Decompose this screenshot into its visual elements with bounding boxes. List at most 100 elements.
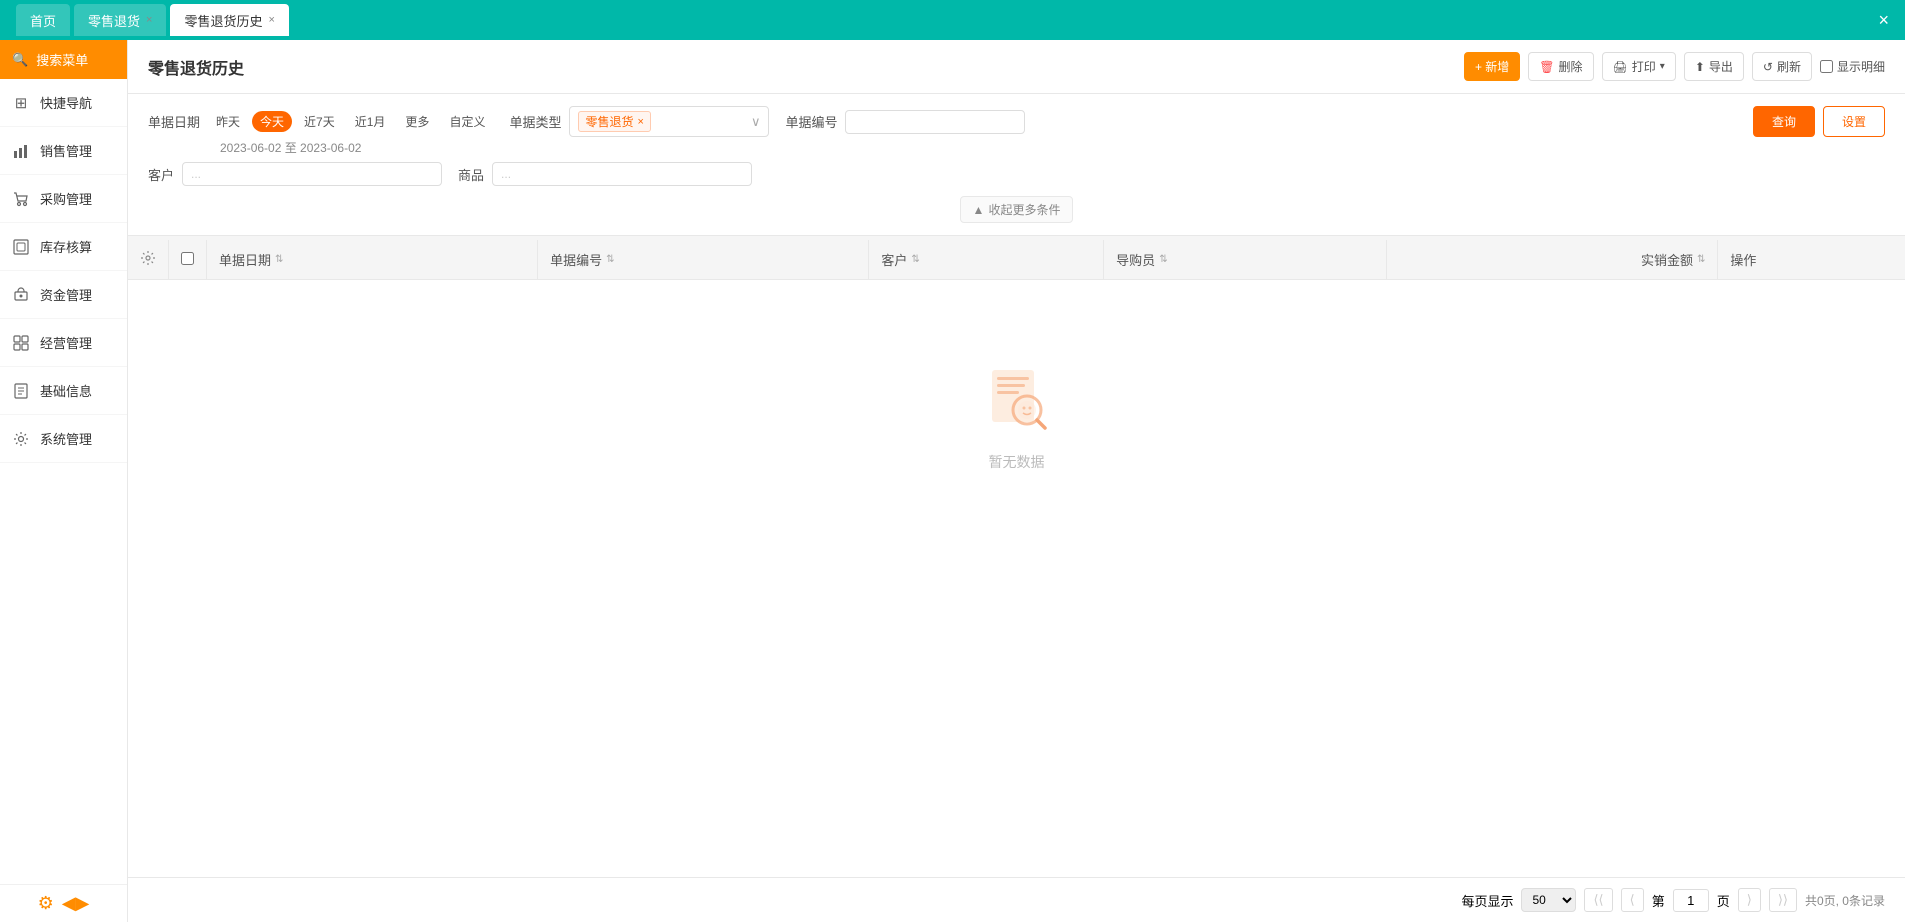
sidebar-item-inventory[interactable]: 库存核算 [0, 223, 127, 271]
type-dropdown-icon: ∨ [751, 114, 761, 130]
tab-home[interactable]: 首页 [16, 4, 70, 36]
window-close-button[interactable]: × [1870, 6, 1897, 35]
voucher-filter: 单据编号 [785, 110, 1025, 134]
sidebar-search[interactable]: 🔍 搜索菜单 [0, 40, 127, 79]
page-actions: + 新增 🗑 删除 🖨 打印 ▾ ⬆ 导出 ↺ 刷新 [1464, 52, 1885, 93]
sidebar-item-basic-info[interactable]: 基础信息 [0, 367, 127, 415]
filter-area: 单据日期 昨天 今天 近7天 近1月 更多 自定义 单据类型 [128, 94, 1905, 236]
voucher-filter-label: 单据编号 [785, 112, 837, 131]
type-tag-close[interactable]: × [637, 116, 643, 128]
date-btn-7days[interactable]: 近7天 [296, 111, 343, 132]
last-page-btn[interactable]: ⟩⟩ [1769, 888, 1797, 912]
sidebar-item-fund-mgmt[interactable]: 资金管理 [0, 271, 127, 319]
sidebar-item-sales-mgmt[interactable]: 销售管理 [0, 127, 127, 175]
tab-retail-return-history[interactable]: 零售退货历史 × [170, 4, 288, 36]
sidebar-item-label: 销售管理 [40, 141, 92, 160]
tab-retail-return-history-close[interactable]: × [268, 14, 274, 26]
column-settings-icon [140, 250, 156, 266]
settings-footer-btn[interactable]: ⚙ [38, 893, 54, 914]
date-btn-custom[interactable]: 自定义 [441, 111, 493, 132]
th-guide[interactable]: 导购员 ⇅ [1104, 240, 1387, 280]
sidebar: 🔍 搜索菜单 ⊞ 快捷导航 销售管理 [0, 40, 128, 922]
date-btn-1month[interactable]: 近1月 [347, 111, 394, 132]
query-button[interactable]: 查询 [1753, 106, 1815, 137]
sidebar-item-label: 系统管理 [40, 429, 92, 448]
page-num-input[interactable] [1673, 889, 1709, 912]
th-settings[interactable] [128, 240, 169, 280]
first-page-btn[interactable]: ⟨⟨ [1584, 888, 1612, 912]
audio-footer-btn[interactable]: ◀▶ [62, 893, 90, 914]
per-page-select[interactable]: 10 20 50 100 [1521, 888, 1576, 912]
th-customer[interactable]: 客户 ⇅ [869, 240, 1104, 280]
sidebar-item-label: 资金管理 [40, 285, 92, 304]
sidebar-item-operations-mgmt[interactable]: 经营管理 [0, 319, 127, 367]
th-action: 操作 [1718, 240, 1905, 280]
table-area: 单据日期 ⇅ 单据编号 ⇅ 客户 [128, 240, 1905, 877]
basic-info-icon [12, 382, 30, 400]
sidebar-item-system-mgmt[interactable]: 系统管理 [0, 415, 127, 463]
tab-retail-return-close[interactable]: × [146, 14, 152, 26]
filter-row-1: 单据日期 昨天 今天 近7天 近1月 更多 自定义 单据类型 [148, 106, 1885, 137]
content-area: 零售退货历史 + 新增 🗑 删除 🖨 打印 ▾ ⬆ 导出 [128, 40, 1905, 922]
prev-page-btn[interactable]: ⟨ [1621, 888, 1644, 912]
sidebar-item-purchase-mgmt[interactable]: 采购管理 [0, 175, 127, 223]
next-page-btn[interactable]: ⟩ [1738, 888, 1761, 912]
sidebar-item-label: 快捷导航 [40, 93, 92, 112]
operations-mgmt-icon [12, 334, 30, 352]
page-label: 第 [1652, 891, 1665, 910]
sidebar-item-label: 采购管理 [40, 189, 92, 208]
date-btn-yesterday[interactable]: 昨天 [208, 111, 248, 132]
tab-retail-return[interactable]: 零售退货 × [74, 4, 166, 36]
export-button[interactable]: ⬆ 导出 [1684, 52, 1744, 81]
voucher-no-input[interactable] [845, 110, 1025, 134]
sidebar-item-label: 基础信息 [40, 381, 92, 400]
product-input[interactable] [492, 162, 752, 186]
sort-icon-customer: ⇅ [911, 254, 919, 265]
inventory-icon [12, 238, 30, 256]
empty-text: 暂无数据 [989, 452, 1045, 472]
customer-filter: 客户 [148, 162, 442, 186]
sidebar-item-label: 库存核算 [40, 237, 92, 256]
print-button[interactable]: 🖨 打印 ▾ [1602, 52, 1676, 81]
type-filter: 单据类型 零售退货 × ∨ [509, 106, 769, 137]
purchase-mgmt-icon [12, 190, 30, 208]
system-mgmt-icon [12, 430, 30, 448]
fund-mgmt-icon [12, 286, 30, 304]
pagination-bar: 每页显示 10 20 50 100 ⟨⟨ ⟨ 第 页 ⟩ ⟩⟩ 共0页, 0条记… [128, 877, 1905, 922]
sort-icon-guide: ⇅ [1159, 254, 1167, 265]
filter-row-2: 客户 商品 [148, 162, 1885, 186]
select-all-checkbox[interactable] [181, 252, 194, 265]
page-title: 零售退货历史 [148, 55, 244, 91]
customer-input[interactable] [182, 162, 442, 186]
date-btn-group: 昨天 今天 近7天 近1月 更多 自定义 [208, 111, 493, 132]
th-date[interactable]: 单据日期 ⇅ [207, 240, 538, 280]
show-detail-input[interactable] [1820, 60, 1833, 73]
filter-setting-button[interactable]: 设置 [1823, 106, 1885, 137]
refresh-button[interactable]: ↺ 刷新 [1752, 52, 1812, 81]
show-detail-checkbox[interactable]: 显示明细 [1820, 58, 1885, 75]
new-button[interactable]: + 新增 [1464, 52, 1520, 81]
data-table: 单据日期 ⇅ 单据编号 ⇅ 客户 [128, 240, 1905, 552]
page-suffix: 页 [1717, 891, 1730, 910]
per-page-label: 每页显示 [1461, 891, 1513, 910]
delete-button[interactable]: 🗑 删除 [1528, 52, 1593, 81]
th-no[interactable]: 单据编号 ⇅ [538, 240, 869, 280]
main-layout: 🔍 搜索菜单 ⊞ 快捷导航 销售管理 [0, 40, 1905, 922]
sort-icon-amount: ⇅ [1697, 254, 1705, 265]
th-checkbox[interactable] [169, 240, 207, 280]
date-btn-more[interactable]: 更多 [397, 111, 437, 132]
tab-list: 首页 零售退货 × 零售退货历史 × [16, 4, 1870, 36]
empty-illustration [977, 360, 1057, 440]
date-filter-label: 单据日期 [148, 112, 200, 131]
type-select[interactable]: 零售退货 × ∨ [569, 106, 769, 137]
th-amount[interactable]: 实销金额 ⇅ [1387, 240, 1718, 280]
sidebar-footer: ⚙ ◀▶ [0, 884, 127, 922]
sidebar-item-quick-nav[interactable]: ⊞ 快捷导航 [0, 79, 127, 127]
sort-icon-no: ⇅ [606, 254, 614, 265]
type-tag: 零售退货 × [578, 111, 650, 132]
date-btn-today[interactable]: 今天 [252, 111, 292, 132]
date-range-text: 2023-06-02 至 2023-06-02 [220, 141, 361, 155]
collapse-filter-button[interactable]: ▲ 收起更多条件 [960, 196, 1074, 223]
sales-mgmt-icon [12, 142, 30, 160]
collapse-icon: ▲ [973, 203, 985, 217]
